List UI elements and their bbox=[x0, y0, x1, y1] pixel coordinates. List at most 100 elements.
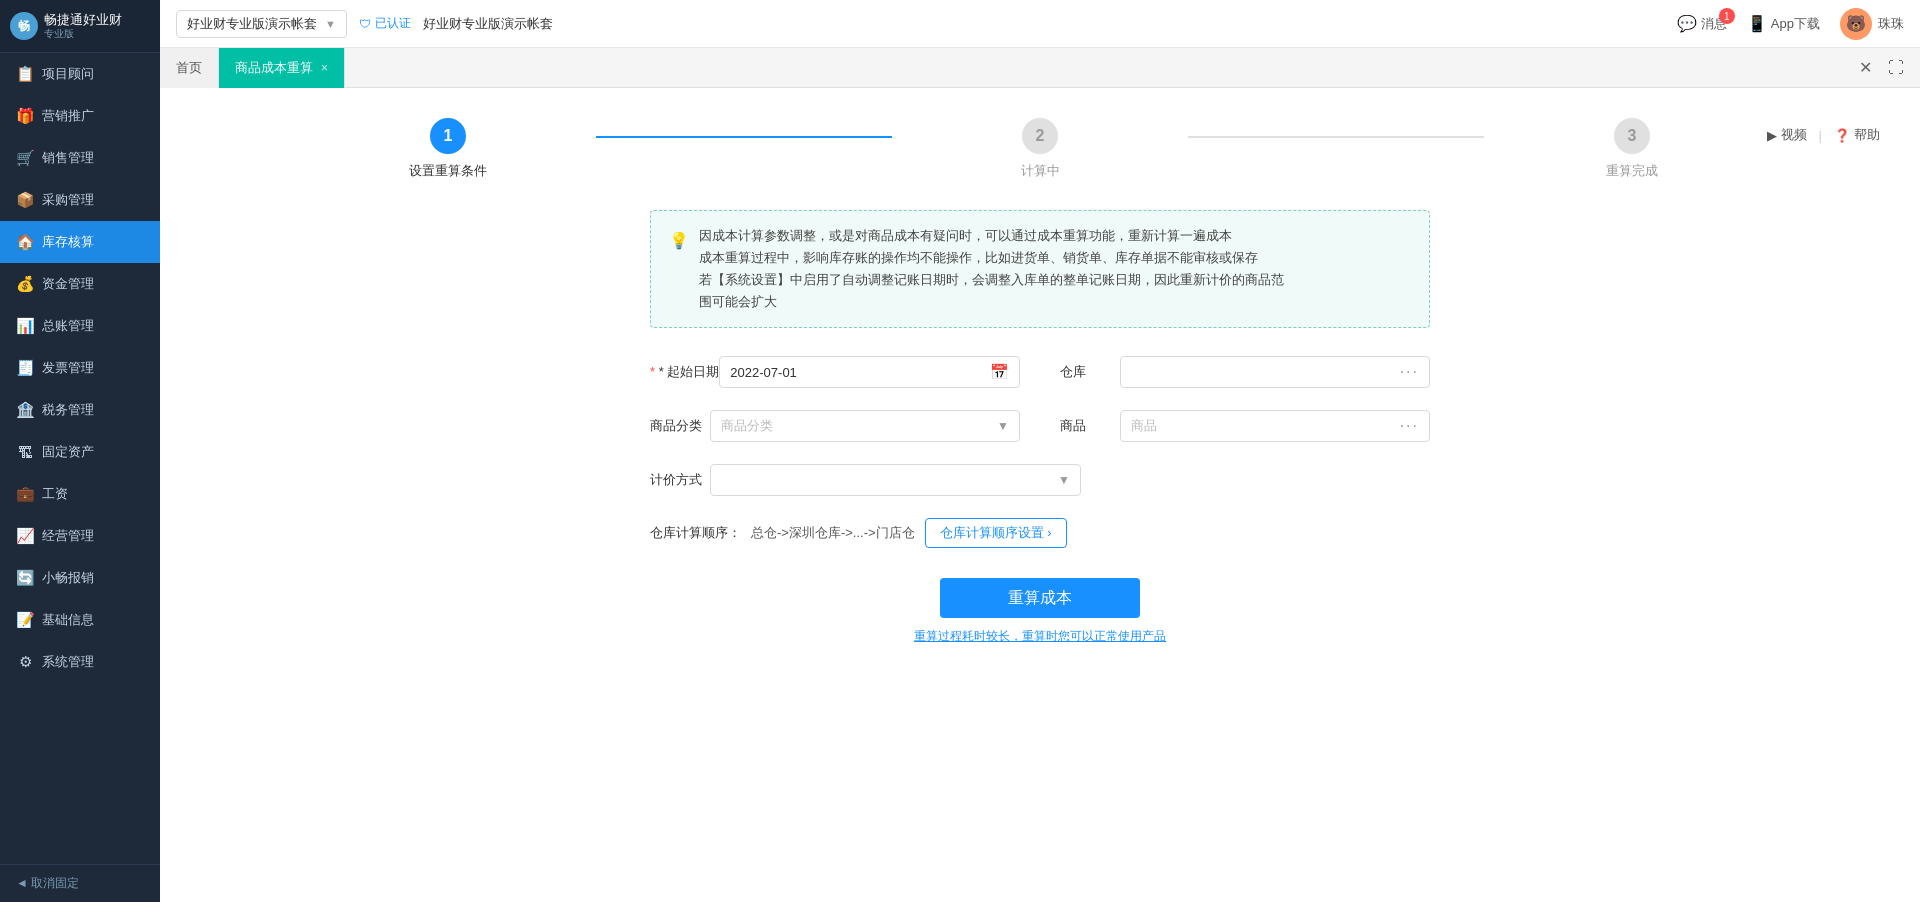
start-date-field: * * 起始日期 📅 bbox=[650, 356, 1020, 388]
project-icon: 📋 bbox=[16, 65, 34, 83]
step-1-label: 设置重算条件 bbox=[409, 162, 487, 180]
step-1: 1 设置重算条件 bbox=[300, 118, 596, 180]
tab-home[interactable]: 首页 bbox=[160, 48, 219, 88]
invoice-icon: 🧾 bbox=[16, 359, 34, 377]
step-line-2 bbox=[1188, 136, 1484, 138]
warehouse-label: 仓库 bbox=[1060, 363, 1120, 381]
warehouse-input[interactable]: ··· bbox=[1120, 356, 1430, 388]
close-window-icon[interactable]: ✕ bbox=[1855, 54, 1876, 81]
topbar: 好业财专业版演示帐套 ▼ 🛡 已认证 好业财专业版演示帐套 💬 消息 1 📱 A… bbox=[160, 0, 1920, 48]
step-2: 2 计算中 bbox=[892, 118, 1188, 180]
system-icon: ⚙ bbox=[16, 653, 34, 671]
expand-icon[interactable]: ⛶ bbox=[1884, 55, 1908, 81]
sidebar-item-purchase[interactable]: 📦 采购管理 bbox=[0, 179, 160, 221]
logo-icon: 畅 bbox=[10, 12, 38, 40]
warehouse-order-settings-button[interactable]: 仓库计算顺序设置 › bbox=[925, 518, 1067, 548]
tabbar-right: ✕ ⛶ bbox=[1855, 54, 1920, 81]
form-row-1: * * 起始日期 📅 仓库 ··· bbox=[650, 356, 1430, 388]
message-icon: 💬 bbox=[1677, 14, 1697, 33]
sidebar-item-marketing[interactable]: 🎁 营销推广 bbox=[0, 95, 160, 137]
steps-help: ▶ 视频 | ❓ 帮助 bbox=[1767, 126, 1880, 144]
product-dots-icon: ··· bbox=[1400, 417, 1419, 435]
product-label: 商品 bbox=[1060, 417, 1120, 435]
calendar-icon[interactable]: 📅 bbox=[990, 363, 1009, 381]
marketing-icon: 🎁 bbox=[16, 107, 34, 125]
sidebar-item-expense[interactable]: 🔄 小畅报销 bbox=[0, 557, 160, 599]
shield-icon: 🛡 bbox=[359, 17, 371, 31]
notice-text: 因成本计算参数调整，或是对商品成本有疑问时，可以通过成本重算功能，重新计算一遍成… bbox=[699, 225, 1284, 313]
sidebar-item-salary[interactable]: 💼 工资 bbox=[0, 473, 160, 515]
sidebar-item-finance[interactable]: 💰 资金管理 bbox=[0, 263, 160, 305]
sidebar-item-tax[interactable]: 🏦 税务管理 bbox=[0, 389, 160, 431]
video-link[interactable]: ▶ 视频 bbox=[1767, 126, 1807, 144]
warehouse-order-value: 总仓->深圳仓库->...->门店仓 bbox=[751, 524, 915, 542]
sidebar-item-sales[interactable]: 🛒 销售管理 bbox=[0, 137, 160, 179]
sidebar-item-inventory[interactable]: 🏠 库存核算 bbox=[0, 221, 160, 263]
tax-icon: 🏦 bbox=[16, 401, 34, 419]
form-row-2: 商品分类 商品分类 ▼ 商品 商品 ··· bbox=[650, 410, 1430, 442]
finance-icon: 💰 bbox=[16, 275, 34, 293]
topbar-actions: 💬 消息 1 📱 App下载 🐻 珠珠 bbox=[1677, 8, 1904, 40]
basic-icon: 📝 bbox=[16, 611, 34, 629]
sidebar-item-assets[interactable]: 🏗 固定资产 bbox=[0, 431, 160, 473]
sidebar-item-project[interactable]: 📋 项目顾问 bbox=[0, 53, 160, 95]
sidebar-item-invoice[interactable]: 🧾 发票管理 bbox=[0, 347, 160, 389]
recalc-hint: 重算过程耗时较长，重算时您可以正常使用产品 bbox=[914, 628, 1166, 645]
question-icon: ❓ bbox=[1834, 128, 1850, 143]
main-area: 好业财专业版演示帐套 ▼ 🛡 已认证 好业财专业版演示帐套 💬 消息 1 📱 A… bbox=[160, 0, 1920, 902]
sales-icon: 🛒 bbox=[16, 149, 34, 167]
accounting-icon: 📊 bbox=[16, 317, 34, 335]
sidebar: 畅 畅捷通好业财 专业版 📋 项目顾问 🎁 营销推广 🛒 销售管理 📦 采购管理… bbox=[0, 0, 160, 902]
tab-cost-recalc[interactable]: 商品成本重算 × bbox=[219, 48, 345, 88]
pricing-field: 计价方式 ▼ bbox=[650, 464, 1430, 496]
expense-icon: 🔄 bbox=[16, 569, 34, 587]
step-2-label: 计算中 bbox=[1021, 162, 1060, 180]
tabbar: 首页 商品成本重算 × ✕ ⛶ bbox=[160, 48, 1920, 88]
recalculate-button[interactable]: 重算成本 bbox=[940, 578, 1140, 618]
product-field: 商品 商品 ··· bbox=[1060, 410, 1430, 442]
step-3-circle: 3 bbox=[1614, 118, 1650, 154]
notice-box: 💡 因成本计算参数调整，或是对商品成本有疑问时，可以通过成本重算功能，重新计算一… bbox=[650, 210, 1430, 328]
sidebar-item-operation[interactable]: 📈 经营管理 bbox=[0, 515, 160, 557]
help-link[interactable]: ❓ 帮助 bbox=[1834, 126, 1880, 144]
step-2-circle: 2 bbox=[1022, 118, 1058, 154]
account-selector[interactable]: 好业财专业版演示帐套 ▼ bbox=[176, 10, 347, 38]
product-input[interactable]: 商品 ··· bbox=[1120, 410, 1430, 442]
category-select[interactable]: 商品分类 ▼ bbox=[710, 410, 1020, 442]
tab-close-icon[interactable]: × bbox=[321, 61, 328, 75]
start-date-label: * * 起始日期 bbox=[650, 363, 719, 381]
pricing-chevron: ▼ bbox=[1058, 473, 1070, 487]
operation-icon: 📈 bbox=[16, 527, 34, 545]
account-name: 好业财专业版演示帐套 bbox=[423, 15, 553, 33]
step-1-circle: 1 bbox=[430, 118, 466, 154]
pricing-select[interactable]: ▼ bbox=[710, 464, 1081, 496]
pricing-label: 计价方式 bbox=[650, 471, 710, 489]
warning-icon: 💡 bbox=[669, 227, 689, 254]
step-3-label: 重算完成 bbox=[1606, 162, 1658, 180]
category-label: 商品分类 bbox=[650, 417, 710, 435]
message-button[interactable]: 💬 消息 1 bbox=[1677, 14, 1727, 33]
phone-icon: 📱 bbox=[1747, 14, 1767, 33]
inventory-icon: 🏠 bbox=[16, 233, 34, 251]
warehouse-field: 仓库 ··· bbox=[1060, 356, 1430, 388]
account-selector-chevron: ▼ bbox=[325, 18, 336, 30]
message-badge: 1 bbox=[1719, 8, 1735, 24]
step-line-1 bbox=[596, 136, 892, 138]
purchase-icon: 📦 bbox=[16, 191, 34, 209]
unpin-button[interactable]: ◄ 取消固定 bbox=[0, 864, 160, 902]
start-date-input[interactable]: 📅 bbox=[719, 356, 1020, 388]
steps-container: 1 设置重算条件 2 计算中 3 重算完成 ▶ 视频 | ❓ bbox=[200, 118, 1880, 180]
app-download-button[interactable]: 📱 App下载 bbox=[1747, 14, 1820, 33]
start-date-value[interactable] bbox=[730, 365, 990, 380]
recalc-area: 重算成本 重算过程耗时较长，重算时您可以正常使用产品 bbox=[650, 578, 1430, 645]
warehouse-order-row: 仓库计算顺序： 总仓->深圳仓库->...->门店仓 仓库计算顺序设置 › bbox=[650, 518, 1430, 548]
step-3: 3 重算完成 bbox=[1484, 118, 1780, 180]
content-area: 1 设置重算条件 2 计算中 3 重算完成 ▶ 视频 | ❓ bbox=[160, 88, 1920, 902]
category-chevron: ▼ bbox=[997, 419, 1009, 433]
user-profile[interactable]: 🐻 珠珠 bbox=[1840, 8, 1904, 40]
sidebar-item-system[interactable]: ⚙ 系统管理 bbox=[0, 641, 160, 683]
form-area: * * 起始日期 📅 仓库 ··· 商品分类 bbox=[650, 356, 1430, 645]
sidebar-item-accounting[interactable]: 📊 总账管理 bbox=[0, 305, 160, 347]
sidebar-item-basic[interactable]: 📝 基础信息 bbox=[0, 599, 160, 641]
warehouse-order-label: 仓库计算顺序： bbox=[650, 524, 741, 542]
